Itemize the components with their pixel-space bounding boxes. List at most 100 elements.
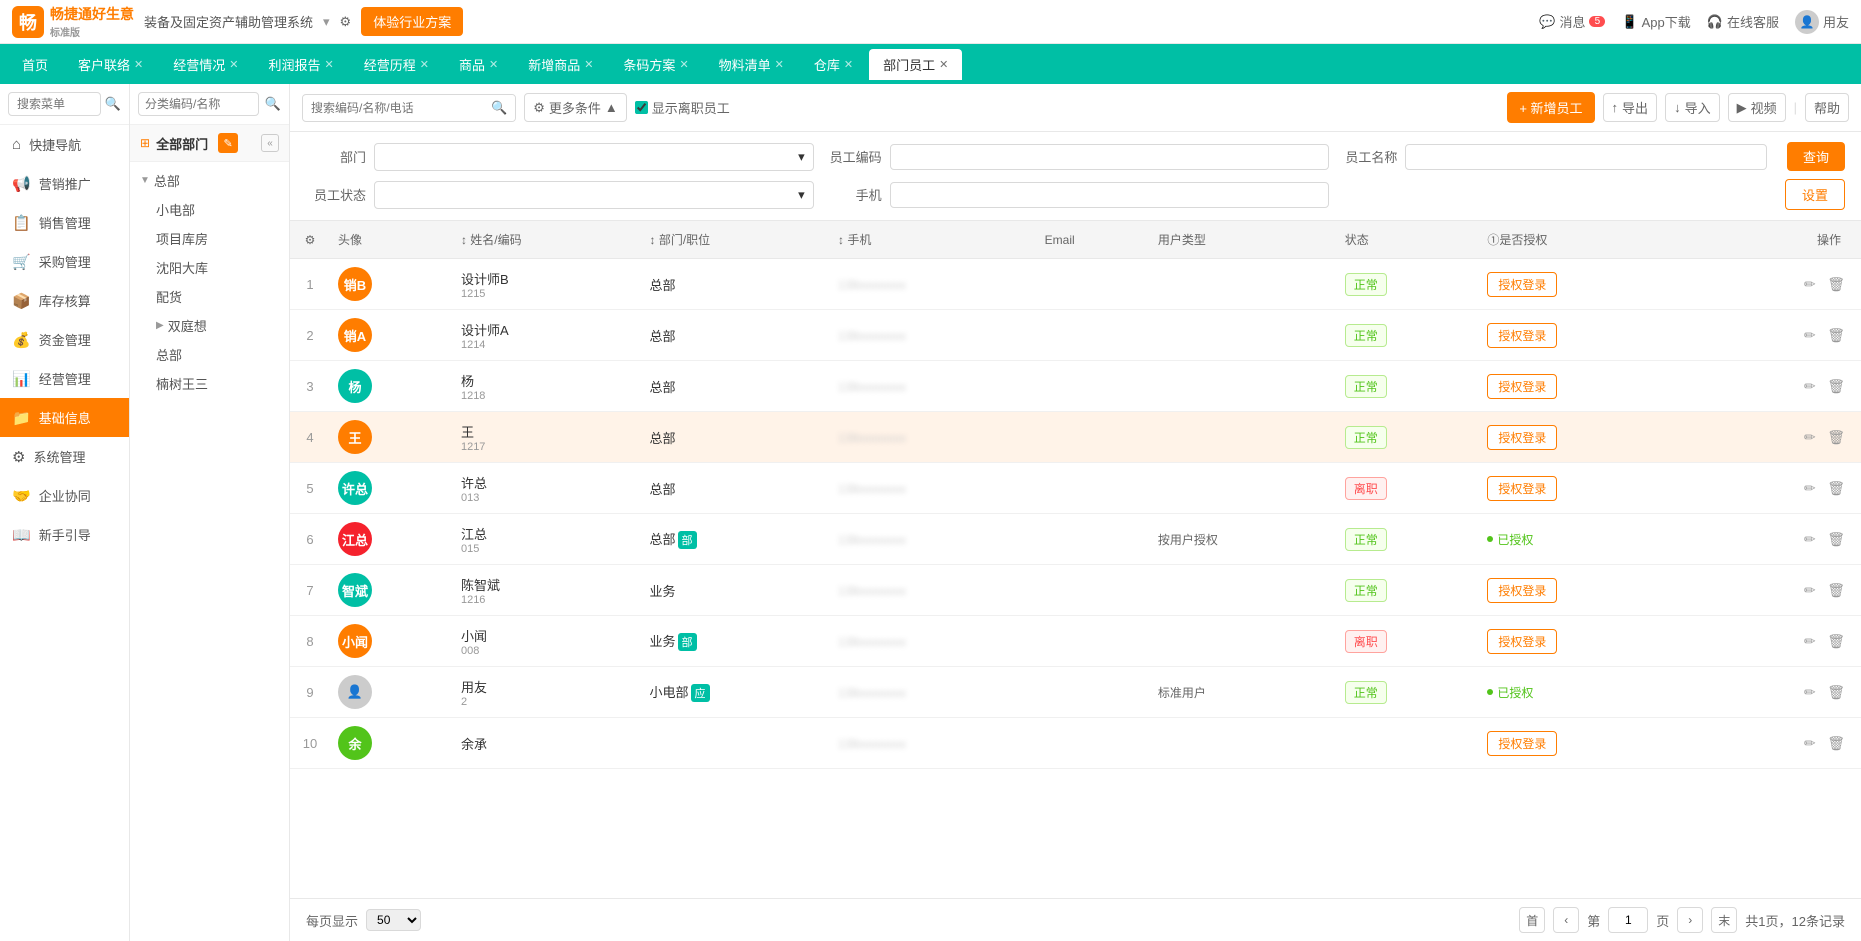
tab-barcode[interactable]: 条码方案 ✕ <box>609 49 702 80</box>
delete-btn[interactable]: 🗑 <box>1823 733 1849 753</box>
auth-btn[interactable]: 授权登录 <box>1487 323 1557 348</box>
close-icon[interactable]: ✕ <box>584 58 593 71</box>
close-icon[interactable]: ✕ <box>679 58 688 71</box>
dept-node-shuangting[interactable]: ▶ 双庭想 <box>146 311 289 340</box>
tab-department[interactable]: 部门员工 ✕ <box>869 49 962 80</box>
dept-node-zongbu-root[interactable]: ▼ 总部 <box>130 166 289 195</box>
close-icon[interactable]: ✕ <box>939 58 948 71</box>
dept-node-shenyang[interactable]: 沈阳大库 <box>146 253 289 282</box>
delete-btn[interactable]: 🗑 <box>1823 580 1849 600</box>
show-resigned-wrap[interactable]: 显示离职员工 <box>635 98 730 117</box>
settings-icon[interactable]: ⚙ <box>340 14 352 30</box>
sidebar-item-system[interactable]: ⚙系统管理 <box>0 437 129 476</box>
sidebar-item-purchase[interactable]: 🛒采购管理 <box>0 242 129 281</box>
sidebar-item-operation-mgmt[interactable]: 📊经营管理 <box>0 359 129 398</box>
close-icon[interactable]: ✕ <box>420 58 429 71</box>
edit-btn[interactable]: ✏ <box>1800 325 1820 345</box>
dept-search-input[interactable] <box>138 92 259 116</box>
edit-btn[interactable]: ✏ <box>1800 274 1820 294</box>
delete-btn[interactable]: 🗑 <box>1823 529 1849 549</box>
auth-btn[interactable]: 授权登录 <box>1487 374 1557 399</box>
tab-profit[interactable]: 利润报告 ✕ <box>254 49 347 80</box>
tab-customer[interactable]: 客户联络 ✕ <box>64 49 157 80</box>
sidebar-item-sales[interactable]: 📋销售管理 <box>0 203 129 242</box>
dept-edit-icon[interactable]: ✎ <box>218 133 238 153</box>
phone-input[interactable] <box>890 182 1330 208</box>
first-page-btn[interactable]: 首 <box>1519 907 1545 933</box>
search-button[interactable]: 🔍 <box>483 95 515 121</box>
delete-btn[interactable]: 🗑 <box>1823 274 1849 294</box>
try-btn[interactable]: 体验行业方案 <box>361 7 463 36</box>
delete-btn[interactable]: 🗑 <box>1823 631 1849 651</box>
edit-btn[interactable]: ✏ <box>1800 733 1820 753</box>
edit-btn[interactable]: ✏ <box>1800 631 1820 651</box>
auth-btn[interactable]: 授权登录 <box>1487 425 1557 450</box>
emp-name-input[interactable] <box>1405 144 1767 170</box>
auth-btn[interactable]: 授权登录 <box>1487 578 1557 603</box>
auth-btn[interactable]: 授权登录 <box>1487 272 1557 297</box>
import-btn[interactable]: ↓ 导入 <box>1665 93 1720 122</box>
sidebar-item-collab[interactable]: 🤝企业协同 <box>0 476 129 515</box>
edit-btn[interactable]: ✏ <box>1800 580 1820 600</box>
delete-btn[interactable]: 🗑 <box>1823 325 1849 345</box>
search-input[interactable] <box>303 96 483 120</box>
message-btn[interactable]: 💬 消息 5 <box>1539 12 1605 31</box>
query-btn[interactable]: 查询 <box>1787 142 1845 171</box>
dept-node-peihuo[interactable]: 配货 <box>146 282 289 311</box>
online-service-btn[interactable]: 🎧 在线客服 <box>1707 12 1779 31</box>
per-page-select[interactable]: 50 100 <box>366 909 421 931</box>
sidebar-item-marketing[interactable]: 📢营销推广 <box>0 164 129 203</box>
dept-node-xiaodianbu[interactable]: 小电部 <box>146 195 289 224</box>
dept-node-zongbu-child[interactable]: 总部 <box>146 340 289 369</box>
close-icon[interactable]: ✕ <box>775 58 784 71</box>
dept-filter-select[interactable]: ▾ <box>374 143 814 171</box>
col-settings[interactable]: ⚙ <box>290 221 330 259</box>
close-icon[interactable]: ✕ <box>489 58 498 71</box>
col-name[interactable]: ↕ 姓名/编码 <box>453 221 642 259</box>
dept-node-xiangmu[interactable]: 项目库房 <box>146 224 289 253</box>
page-number-input[interactable] <box>1608 907 1648 933</box>
help-btn[interactable]: 帮助 <box>1805 93 1849 122</box>
sidebar-item-guide[interactable]: 📖新手引导 <box>0 515 129 554</box>
sidebar-item-finance[interactable]: 💰资金管理 <box>0 320 129 359</box>
sidebar-item-basic-info[interactable]: 📁基础信息 <box>0 398 129 437</box>
app-download-btn[interactable]: 📱 App下载 <box>1621 12 1690 31</box>
edit-btn[interactable]: ✏ <box>1800 376 1820 396</box>
dept-node-nanshu[interactable]: 楠树王三 <box>146 369 289 398</box>
sidebar-search-input[interactable] <box>8 92 101 116</box>
status-filter-select[interactable]: ▾ <box>374 181 814 209</box>
dropdown-icon[interactable]: ▾ <box>323 14 330 30</box>
tab-bom[interactable]: 物料清单 ✕ <box>705 49 798 80</box>
delete-btn[interactable]: 🗑 <box>1823 376 1849 396</box>
edit-btn[interactable]: ✏ <box>1800 478 1820 498</box>
edit-btn[interactable]: ✏ <box>1800 529 1820 549</box>
sidebar-item-quicknav[interactable]: ⌂快捷导航 <box>0 125 129 164</box>
add-employee-btn[interactable]: + 新增员工 <box>1507 92 1594 123</box>
col-dept[interactable]: ↕ 部门/职位 <box>641 221 830 259</box>
close-icon[interactable]: ✕ <box>134 58 143 71</box>
delete-btn[interactable]: 🗑 <box>1823 478 1849 498</box>
sidebar-item-inventory[interactable]: 📦库存核算 <box>0 281 129 320</box>
edit-btn[interactable]: ✏ <box>1800 682 1820 702</box>
close-icon[interactable]: ✕ <box>229 58 238 71</box>
delete-btn[interactable]: 🗑 <box>1823 682 1849 702</box>
tab-operation[interactable]: 经营情况 ✕ <box>159 49 252 80</box>
last-page-btn[interactable]: 末 <box>1711 907 1737 933</box>
export-btn[interactable]: ↑ 导出 <box>1603 93 1658 122</box>
tab-goods[interactable]: 商品 ✕ <box>445 49 512 80</box>
emp-code-input[interactable] <box>890 144 1330 170</box>
next-page-btn[interactable]: › <box>1677 907 1703 933</box>
delete-btn[interactable]: 🗑 <box>1823 427 1849 447</box>
tab-history[interactable]: 经营历程 ✕ <box>350 49 443 80</box>
set-btn[interactable]: 设置 <box>1785 179 1845 210</box>
auth-btn[interactable]: 授权登录 <box>1487 476 1557 501</box>
tab-warehouse[interactable]: 仓库 ✕ <box>800 49 867 80</box>
dept-collapse-btn[interactable]: « <box>261 134 279 152</box>
prev-page-btn[interactable]: ‹ <box>1553 907 1579 933</box>
close-icon[interactable]: ✕ <box>844 58 853 71</box>
user-btn[interactable]: 👤 用友 <box>1795 10 1849 34</box>
auth-btn[interactable]: 授权登录 <box>1487 629 1557 654</box>
col-phone[interactable]: ↕ 手机 <box>830 221 1037 259</box>
show-resigned-checkbox[interactable] <box>635 101 648 114</box>
auth-btn[interactable]: 授权登录 <box>1487 731 1557 756</box>
